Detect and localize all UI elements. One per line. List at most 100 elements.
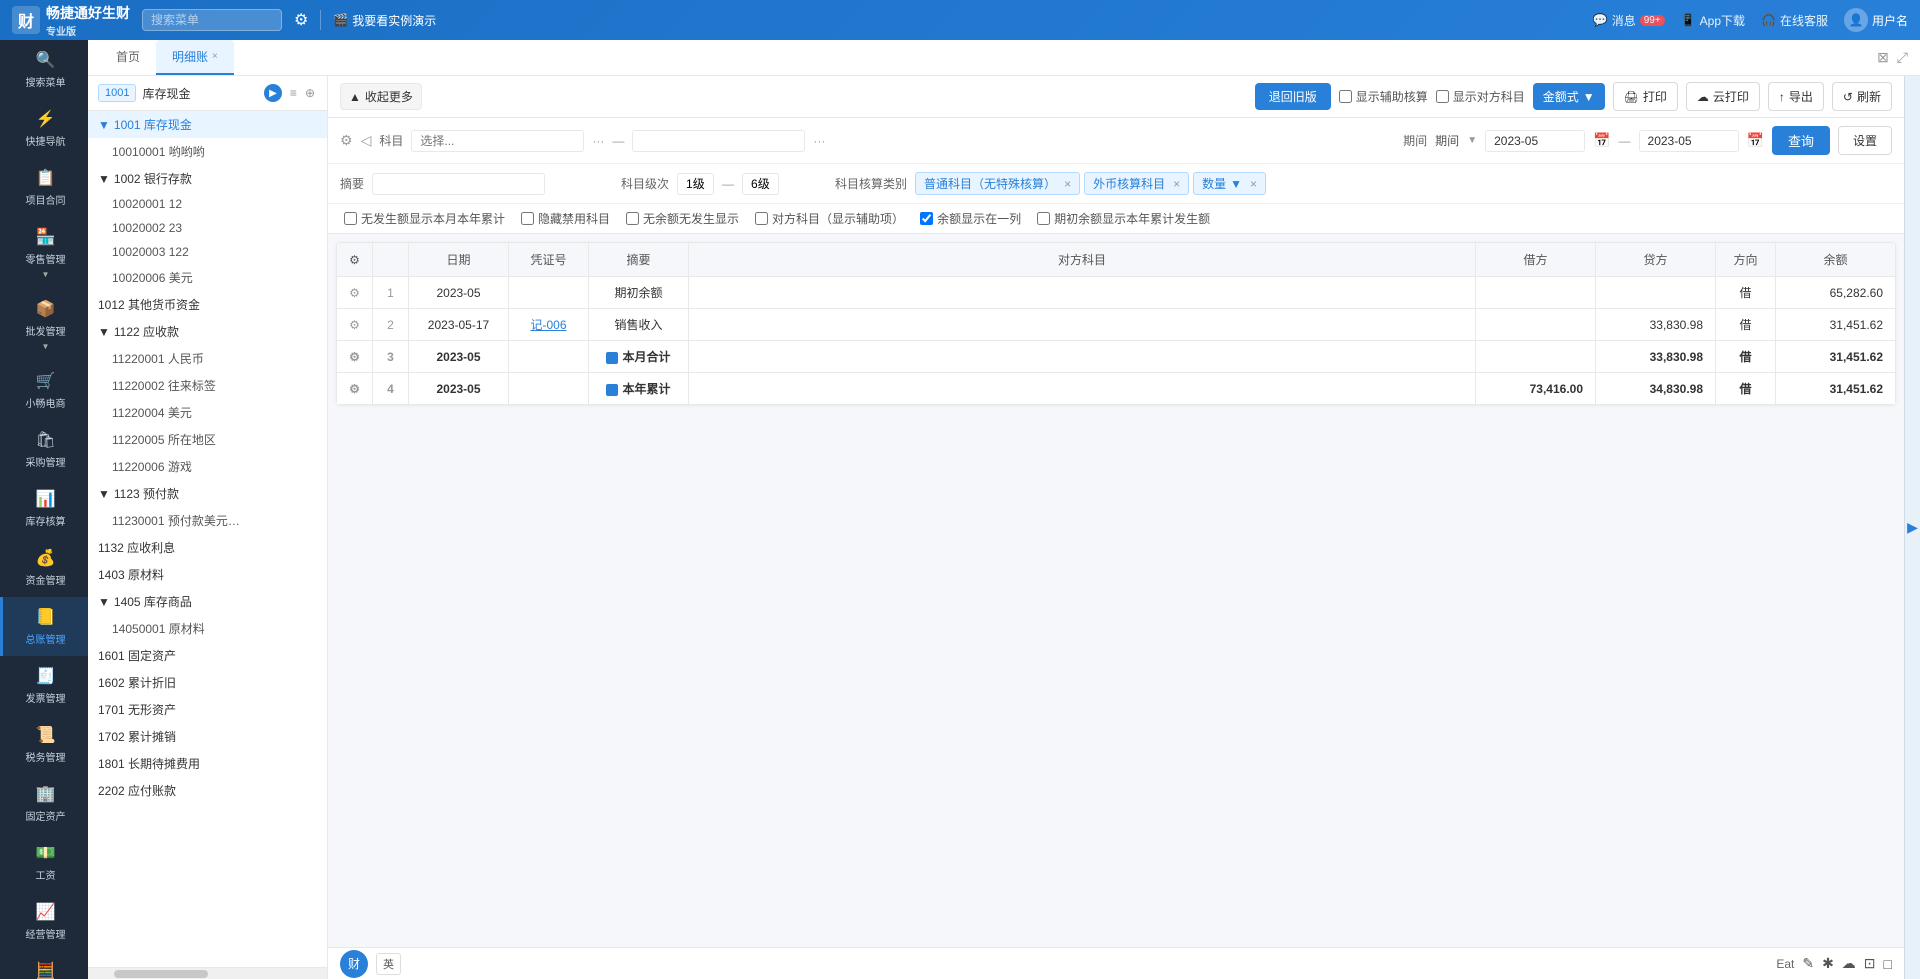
account-item-1122[interactable]: ▼ 1122 应收款 bbox=[88, 318, 327, 345]
tab-home[interactable]: 首页 bbox=[100, 40, 156, 75]
row2-gear[interactable]: ⚙ bbox=[337, 309, 373, 341]
opt-no-zero[interactable]: 无余额无发生显示 bbox=[626, 210, 739, 227]
account-item-1123[interactable]: ▼ 1123 预付款 bbox=[88, 480, 327, 507]
account-item-1602[interactable]: 1602 累计折旧 bbox=[88, 669, 327, 696]
top-search-input[interactable] bbox=[142, 9, 282, 31]
period-cal-icon2[interactable]: 📅 bbox=[1747, 132, 1764, 149]
message-button[interactable]: 💬 消息 99+ bbox=[1593, 12, 1665, 29]
account-item-1601[interactable]: 1601 固定资产 bbox=[88, 642, 327, 669]
sidebar-item-ledger[interactable]: 📒 总账管理 bbox=[0, 597, 88, 656]
level-to-select[interactable]: 6级 5级 bbox=[742, 173, 779, 195]
collapse-more-button[interactable]: ▲ 收起更多 bbox=[340, 83, 422, 110]
sidebar-item-search[interactable]: 🔍 搜索菜单 bbox=[0, 40, 88, 99]
opt-hide-disabled-input[interactable] bbox=[521, 212, 534, 225]
sidebar-item-management[interactable]: 📈 经营管理 bbox=[0, 892, 88, 951]
account-item-10020001[interactable]: 10020001 12 bbox=[88, 192, 327, 216]
sidebar-item-tax[interactable]: 📜 税务管理 bbox=[0, 715, 88, 774]
opt-single-col[interactable]: 余额显示在一列 bbox=[920, 210, 1021, 227]
account-item-10020002[interactable]: 10020002 23 bbox=[88, 216, 327, 240]
period-dropdown-icon[interactable]: ▼ bbox=[1467, 135, 1477, 146]
tab-maximize-icon[interactable]: ⤢ bbox=[1897, 49, 1908, 66]
summary-input[interactable] bbox=[372, 173, 545, 195]
filter-scheme-icon[interactable]: ⚙ bbox=[340, 132, 353, 149]
right-collapse-handle[interactable]: ▶ bbox=[1904, 76, 1920, 979]
account-item-11220001[interactable]: 11220001 人民币 bbox=[88, 345, 327, 372]
settings-icon[interactable]: ⚙ bbox=[294, 10, 308, 30]
tag-normal-close[interactable]: × bbox=[1064, 177, 1071, 191]
demo-button[interactable]: 🎬 我要看实例演示 bbox=[333, 12, 436, 29]
cloud-print-button[interactable]: ☁ 云打印 bbox=[1686, 82, 1760, 111]
tab-ledger-close[interactable]: × bbox=[212, 51, 218, 62]
tag-foreign-close[interactable]: × bbox=[1173, 177, 1180, 191]
bottom-english-label[interactable]: 英 bbox=[376, 953, 401, 975]
account-item-10020006[interactable]: 10020006 美元 bbox=[88, 264, 327, 291]
subject-input[interactable] bbox=[411, 130, 584, 152]
opt-single-col-input[interactable] bbox=[920, 212, 933, 225]
show-opposite-checkbox[interactable]: 显示对方科目 bbox=[1436, 88, 1525, 105]
return-old-button[interactable]: 退回旧版 bbox=[1255, 83, 1331, 110]
row2-voucher[interactable]: 记-006 bbox=[509, 309, 589, 341]
opt-period-start-input[interactable] bbox=[1037, 212, 1050, 225]
settings-button[interactable]: 设置 bbox=[1838, 126, 1892, 155]
sidebar-item-expense[interactable]: 🧮 小畅报销 bbox=[0, 951, 88, 979]
user-menu[interactable]: 👤 用户名 bbox=[1844, 8, 1908, 32]
col-gear[interactable]: ⚙ bbox=[337, 243, 373, 277]
level-from-select[interactable]: 1级 2级 3级 bbox=[677, 173, 714, 195]
sidebar-item-fixedasset[interactable]: 🏢 固定资产 bbox=[0, 774, 88, 833]
tab-ledger[interactable]: 明细账 × bbox=[156, 40, 234, 75]
bottom-icon-5[interactable]: □ bbox=[1884, 956, 1892, 972]
sidebar-item-finance[interactable]: 💰 资金管理 bbox=[0, 538, 88, 597]
opt-opposite[interactable]: 对方科目（显示辅助项） bbox=[755, 210, 904, 227]
account-item-10010001[interactable]: 10010001 哟哟哟 bbox=[88, 138, 327, 165]
accounts-add-icon[interactable]: ⊕ bbox=[303, 84, 317, 102]
refresh-button[interactable]: ↺ 刷新 bbox=[1832, 82, 1892, 111]
opt-no-zero-input[interactable] bbox=[626, 212, 639, 225]
print-button[interactable]: 🖨 打印 bbox=[1613, 82, 1678, 111]
account-item-11220004[interactable]: 11220004 美元 bbox=[88, 399, 327, 426]
opt-opposite-input[interactable] bbox=[755, 212, 768, 225]
account-item-1012[interactable]: 1012 其他货币资金 bbox=[88, 291, 327, 318]
row4-gear[interactable]: ⚙ bbox=[337, 373, 373, 405]
account-item-14050001[interactable]: 14050001 原材料 bbox=[88, 615, 327, 642]
sidebar-item-ecommerce[interactable]: 🛒 小畅电商 bbox=[0, 361, 88, 420]
account-item-11230001[interactable]: 11230001 预付款美元… bbox=[88, 507, 327, 534]
account-item-1801[interactable]: 1801 长期待摊费用 bbox=[88, 750, 327, 777]
account-item-1405[interactable]: ▼ 1405 库存商品 bbox=[88, 588, 327, 615]
sidebar-item-purchase[interactable]: 🛍 采购管理 bbox=[0, 420, 88, 479]
account-item-11220006[interactable]: 11220006 游戏 bbox=[88, 453, 327, 480]
sidebar-item-salary[interactable]: 💵 工资 bbox=[0, 833, 88, 892]
account-item-10020003[interactable]: 10020003 122 bbox=[88, 240, 327, 264]
accounts-list-icon[interactable]: ≡ bbox=[288, 84, 299, 102]
row1-gear[interactable]: ⚙ bbox=[337, 277, 373, 309]
export-button[interactable]: ↑ 导出 bbox=[1768, 82, 1824, 111]
bottom-icon-1[interactable]: ✎ bbox=[1802, 955, 1814, 972]
sidebar-item-invoice[interactable]: 🧾 发票管理 bbox=[0, 656, 88, 715]
account-item-11220002[interactable]: 11220002 往来标签 bbox=[88, 372, 327, 399]
period-from-input[interactable] bbox=[1485, 130, 1585, 152]
sidebar-item-quicknav[interactable]: ⚡ 快捷导航 bbox=[0, 99, 88, 158]
opt-no-balance[interactable]: 无发生额显示本月本年累计 bbox=[344, 210, 505, 227]
sidebar-item-project[interactable]: 📋 项目合同 bbox=[0, 158, 88, 217]
query-button[interactable]: 查询 bbox=[1772, 126, 1830, 155]
subject-to-input[interactable] bbox=[632, 130, 805, 152]
opt-period-start[interactable]: 期初余额显示本年累计发生额 bbox=[1037, 210, 1210, 227]
account-nav-icon[interactable]: ▶ bbox=[264, 84, 282, 102]
account-item-2202[interactable]: 2202 应付账款 bbox=[88, 777, 327, 804]
account-item-1002[interactable]: ▼ 1002 银行存款 bbox=[88, 165, 327, 192]
account-item-1702[interactable]: 1702 累计摊销 bbox=[88, 723, 327, 750]
account-item-11220005[interactable]: 11220005 所在地区 bbox=[88, 426, 327, 453]
account-item-1403[interactable]: 1403 原材料 bbox=[88, 561, 327, 588]
account-item-1132[interactable]: 1132 应收利息 bbox=[88, 534, 327, 561]
show-helper-input[interactable] bbox=[1339, 90, 1352, 103]
filter-collapse-icon[interactable]: ◁ bbox=[361, 132, 372, 149]
row3-gear[interactable]: ⚙ bbox=[337, 341, 373, 373]
online-service-button[interactable]: 🎧 在线客服 bbox=[1761, 12, 1828, 29]
voucher-link-2[interactable]: 记-006 bbox=[530, 318, 566, 332]
accounts-h-scrollbar[interactable] bbox=[88, 967, 327, 979]
period-cal-icon[interactable]: 📅 bbox=[1593, 132, 1610, 149]
tag-quantity-close[interactable]: × bbox=[1250, 177, 1257, 191]
tag-quantity-arrow[interactable]: ▼ bbox=[1230, 177, 1242, 191]
show-opposite-input[interactable] bbox=[1436, 90, 1449, 103]
opt-no-balance-input[interactable] bbox=[344, 212, 357, 225]
opt-hide-disabled[interactable]: 隐藏禁用科目 bbox=[521, 210, 610, 227]
